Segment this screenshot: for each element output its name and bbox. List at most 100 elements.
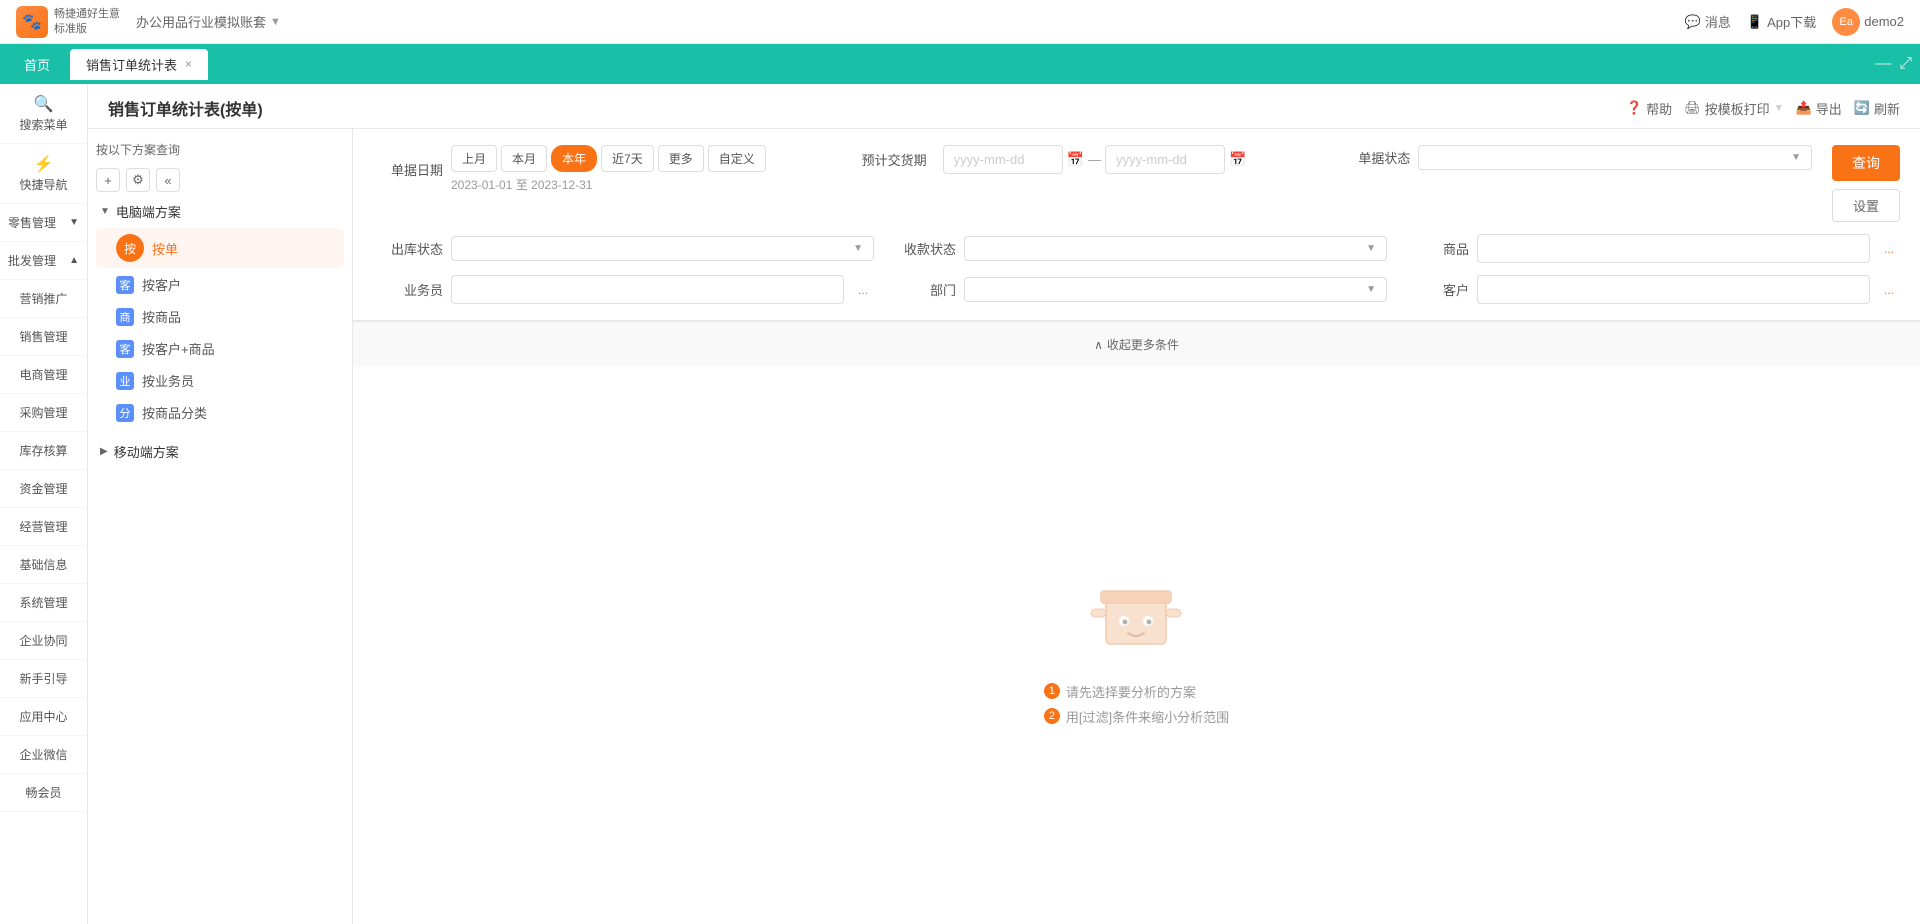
empty-tips: 1 请先选择要分析的方案 2 用[过滤]条件来缩小分析范围 bbox=[1044, 682, 1229, 732]
tree-item-by-customer-goods[interactable]: 客 按客户+商品 bbox=[96, 333, 344, 364]
customer-more-button[interactable]: ... bbox=[1878, 279, 1900, 301]
goods-filter-group: 商品 ... bbox=[1399, 234, 1900, 263]
payment-arrow-icon: ▼ bbox=[1366, 243, 1376, 254]
delivery-select[interactable]: ▼ bbox=[451, 236, 874, 261]
date-btn-last-7-days[interactable]: 近7天 bbox=[601, 145, 654, 172]
collapse-row: ∧ 收起更多条件 bbox=[353, 321, 1920, 367]
status-filter-group: 单据状态 ▼ bbox=[1340, 145, 1812, 170]
collapse-button[interactable]: ∧ 收起更多条件 bbox=[373, 328, 1900, 361]
avatar: Ea bbox=[1832, 8, 1860, 36]
add-icon: + bbox=[104, 173, 112, 188]
filter-area: 单据日期 上月 本月 本年 近7天 更多 自定义 20 bbox=[353, 129, 1920, 321]
dept-select[interactable]: ▼ bbox=[964, 277, 1387, 302]
help-button[interactable]: ❓ 帮助 bbox=[1626, 99, 1672, 118]
tree-item-by-order[interactable]: 按 按单 bbox=[96, 228, 344, 268]
tab-close-icon[interactable]: × bbox=[185, 57, 192, 71]
date-btn-custom[interactable]: 自定义 bbox=[708, 145, 766, 172]
tab-bar: 首页 销售订单统计表 × — ⤢ bbox=[0, 44, 1920, 84]
filter-row-3: 业务员 ... 部门 ▼ 客户 bbox=[373, 275, 1900, 304]
sidebar-item-ecommerce[interactable]: 电商管理 bbox=[0, 356, 87, 394]
goods-input[interactable] bbox=[1477, 234, 1870, 263]
top-bar-right: 💬 消息 📱 App下载 Ea demo2 bbox=[1685, 8, 1904, 36]
collapse-up-icon: ∧ bbox=[1094, 338, 1103, 352]
tree-section-desktop-header[interactable]: ▼ 电脑端方案 bbox=[96, 196, 344, 227]
staff-label: 业务员 bbox=[373, 280, 443, 299]
breadcrumb-arrow-icon[interactable]: ▼ bbox=[270, 16, 281, 28]
refresh-button[interactable]: 🔄 刷新 bbox=[1854, 99, 1900, 118]
sidebar-item-new-guide[interactable]: 新手引导 bbox=[0, 660, 87, 698]
goods-more-button[interactable]: ... bbox=[1878, 238, 1900, 260]
breadcrumb: 办公用品行业模拟账套 ▼ bbox=[136, 12, 281, 31]
export-button[interactable]: 📤 导出 bbox=[1796, 99, 1842, 118]
tree-item-by-staff[interactable]: 业 按业务员 bbox=[96, 365, 344, 396]
customer-icon: 客 bbox=[116, 276, 134, 294]
query-button[interactable]: 查询 bbox=[1832, 145, 1900, 181]
sidebar-item-app-center[interactable]: 应用中心 bbox=[0, 698, 87, 736]
empty-tip-2: 2 用[过滤]条件来缩小分析范围 bbox=[1044, 707, 1229, 726]
status-select[interactable]: ▼ bbox=[1418, 145, 1812, 170]
message-icon: 💬 bbox=[1685, 14, 1701, 30]
tree-item-by-goods-category[interactable]: 分 按商品分类 bbox=[96, 397, 344, 428]
calendar-icon-1[interactable]: 📅 bbox=[1067, 151, 1084, 168]
sidebar-item-inventory[interactable]: 库存核算 bbox=[0, 432, 87, 470]
sidebar-item-member[interactable]: 畅会员 bbox=[0, 774, 87, 812]
sidebar-item-search[interactable]: 🔍 搜索菜单 bbox=[0, 84, 87, 144]
tab-maximize-icon[interactable]: ⤢ bbox=[1899, 55, 1912, 73]
date-btn-this-month[interactable]: 本月 bbox=[501, 145, 547, 172]
delivery-filter-group: 出库状态 ▼ bbox=[373, 236, 874, 261]
sidebar-item-marketing[interactable]: 营销推广 bbox=[0, 280, 87, 318]
active-item-icon: 按 bbox=[116, 234, 144, 262]
sidebar-item-finance[interactable]: 资金管理 bbox=[0, 470, 87, 508]
app-download-button[interactable]: 📱 App下载 bbox=[1747, 12, 1816, 31]
sidebar-item-wholesale[interactable]: 批发管理 ▲ bbox=[0, 242, 87, 280]
tree-item-by-customer[interactable]: 客 按客户 bbox=[96, 269, 344, 300]
date-btn-this-year[interactable]: 本年 bbox=[551, 145, 597, 172]
expected-date-start[interactable] bbox=[943, 145, 1063, 174]
empty-tip-1: 1 请先选择要分析的方案 bbox=[1044, 682, 1229, 701]
action-buttons: 查询 设置 bbox=[1832, 145, 1900, 222]
sidebar-item-operations[interactable]: 经营管理 bbox=[0, 508, 87, 546]
status-filter-label: 单据状态 bbox=[1340, 148, 1410, 167]
calendar-icon-2[interactable]: 📅 bbox=[1229, 151, 1246, 168]
expected-date-group: 预计交货期 📅 — 📅 bbox=[857, 145, 1329, 174]
sidebar-item-basic[interactable]: 基础信息 bbox=[0, 546, 87, 584]
sidebar-item-retail[interactable]: 零售管理 ▼ bbox=[0, 204, 87, 242]
phone-icon: 📱 bbox=[1747, 14, 1763, 30]
message-button[interactable]: 💬 消息 bbox=[1685, 12, 1731, 31]
staff-more-button[interactable]: ... bbox=[852, 279, 874, 301]
sidebar-item-quick-nav[interactable]: ⚡ 快捷导航 bbox=[0, 144, 87, 204]
tab-home[interactable]: 首页 bbox=[8, 49, 66, 80]
customer-input[interactable] bbox=[1477, 275, 1870, 304]
settings-plan-button[interactable]: ⚙ bbox=[126, 168, 150, 192]
tree-section-mobile-header[interactable]: ▶ 移动端方案 bbox=[96, 436, 344, 467]
logo-icon: 🐾 bbox=[16, 6, 48, 38]
sidebar-item-enterprise[interactable]: 企业协同 bbox=[0, 622, 87, 660]
expected-date-end[interactable] bbox=[1105, 145, 1225, 174]
right-panel: 单据日期 上月 本月 本年 近7天 更多 自定义 20 bbox=[353, 129, 1920, 924]
sidebar-item-sales[interactable]: 销售管理 bbox=[0, 318, 87, 356]
tab-bar-actions: — ⤢ bbox=[1875, 55, 1912, 73]
tab-sales-order-stats[interactable]: 销售订单统计表 × bbox=[70, 49, 208, 80]
staff-input[interactable] bbox=[451, 275, 844, 304]
dept-filter-group: 部门 ▼ bbox=[886, 277, 1387, 302]
add-plan-button[interactable]: + bbox=[96, 168, 120, 192]
page-actions: ❓ 帮助 🖨 按模板打印 ▼ 📤 导出 🔄 刷新 bbox=[1626, 99, 1900, 118]
tab-minimize-icon[interactable]: — bbox=[1875, 55, 1891, 73]
payment-label: 收款状态 bbox=[886, 239, 956, 258]
user-profile[interactable]: Ea demo2 bbox=[1832, 8, 1904, 36]
expected-date-label: 预计交货期 bbox=[857, 150, 927, 169]
payment-select[interactable]: ▼ bbox=[964, 236, 1387, 261]
tree-item-by-goods[interactable]: 商 按商品 bbox=[96, 301, 344, 332]
panel-actions-row: + ⚙ « bbox=[96, 168, 344, 192]
sidebar: 🔍 搜索菜单 ⚡ 快捷导航 零售管理 ▼ 批发管理 ▲ 营销推广 销售管理 电商… bbox=[0, 84, 88, 924]
date-btn-last-month[interactable]: 上月 bbox=[451, 145, 497, 172]
collapse-icon: « bbox=[164, 173, 171, 188]
sidebar-item-system[interactable]: 系统管理 bbox=[0, 584, 87, 622]
template-print-button[interactable]: 🖨 按模板打印 ▼ bbox=[1684, 99, 1783, 118]
collapse-panel-button[interactable]: « bbox=[156, 168, 180, 192]
sidebar-item-wechat[interactable]: 企业微信 bbox=[0, 736, 87, 774]
date-btn-more[interactable]: 更多 bbox=[658, 145, 704, 172]
setting-button[interactable]: 设置 bbox=[1832, 189, 1900, 222]
sidebar-item-purchase[interactable]: 采购管理 bbox=[0, 394, 87, 432]
left-panel: 按以下方案查询 + ⚙ « ▼ 电脑端方案 bbox=[88, 129, 353, 924]
